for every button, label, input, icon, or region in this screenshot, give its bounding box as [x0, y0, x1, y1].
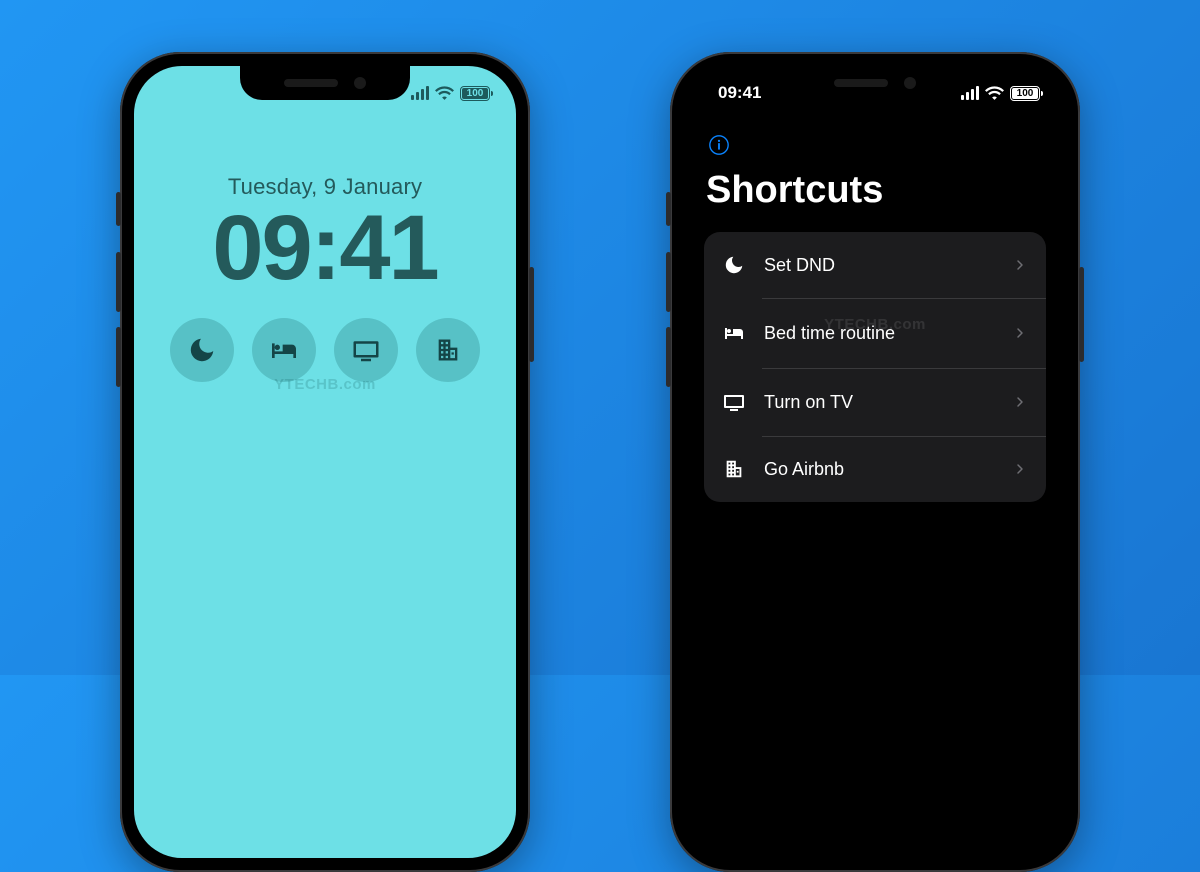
- lock-time: 09:41: [134, 202, 516, 296]
- shortcut-set-dnd[interactable]: Set DND: [704, 232, 1046, 298]
- building-icon: [722, 458, 746, 480]
- shortcut-turn-on-tv[interactable]: Turn on TV: [704, 368, 1046, 436]
- page-title: Shortcuts: [706, 169, 1046, 212]
- phone-shortcuts: 09:41 100 Shortcuts Set DND: [670, 52, 1080, 872]
- shortcut-label: Turn on TV: [764, 392, 994, 413]
- cellular-icon: [961, 86, 980, 100]
- notch: [240, 66, 410, 100]
- shortcuts-list: Set DND Bed time routine Turn on TV Go A…: [704, 232, 1046, 502]
- battery-icon: 100: [1010, 86, 1040, 101]
- info-icon[interactable]: [708, 134, 730, 156]
- moon-icon: [187, 335, 217, 365]
- battery-level: 100: [467, 88, 484, 99]
- shortcut-label: Set DND: [764, 255, 994, 276]
- shortcut-go-airbnb[interactable]: Go Airbnb: [704, 436, 1046, 502]
- widget-dnd[interactable]: [170, 318, 234, 382]
- chevron-right-icon: [1012, 461, 1028, 477]
- building-icon: [434, 336, 462, 364]
- wifi-icon: [435, 84, 454, 103]
- shortcut-bed-time[interactable]: Bed time routine: [704, 298, 1046, 368]
- battery-level: 100: [1017, 88, 1034, 99]
- cellular-icon: [411, 86, 430, 100]
- battery-icon: 100: [460, 86, 490, 101]
- chevron-right-icon: [1012, 394, 1028, 410]
- watermark: YTECHB.com: [134, 376, 516, 393]
- widget-airbnb[interactable]: [416, 318, 480, 382]
- status-time: 09:41: [718, 83, 761, 103]
- tv-icon: [722, 390, 746, 414]
- widget-row: [134, 318, 516, 382]
- widget-bed[interactable]: [252, 318, 316, 382]
- shortcut-label: Go Airbnb: [764, 459, 994, 480]
- notch: [790, 66, 960, 100]
- tv-icon: [351, 335, 381, 365]
- phone-lockscreen: 100 Tuesday, 9 January 09:41 YTECHB.com: [120, 52, 530, 872]
- chevron-right-icon: [1012, 257, 1028, 273]
- wifi-icon: [985, 84, 1004, 103]
- moon-icon: [722, 254, 746, 276]
- watermark: YTECHB.com: [684, 316, 1066, 333]
- widget-tv[interactable]: [334, 318, 398, 382]
- bed-icon: [268, 334, 300, 366]
